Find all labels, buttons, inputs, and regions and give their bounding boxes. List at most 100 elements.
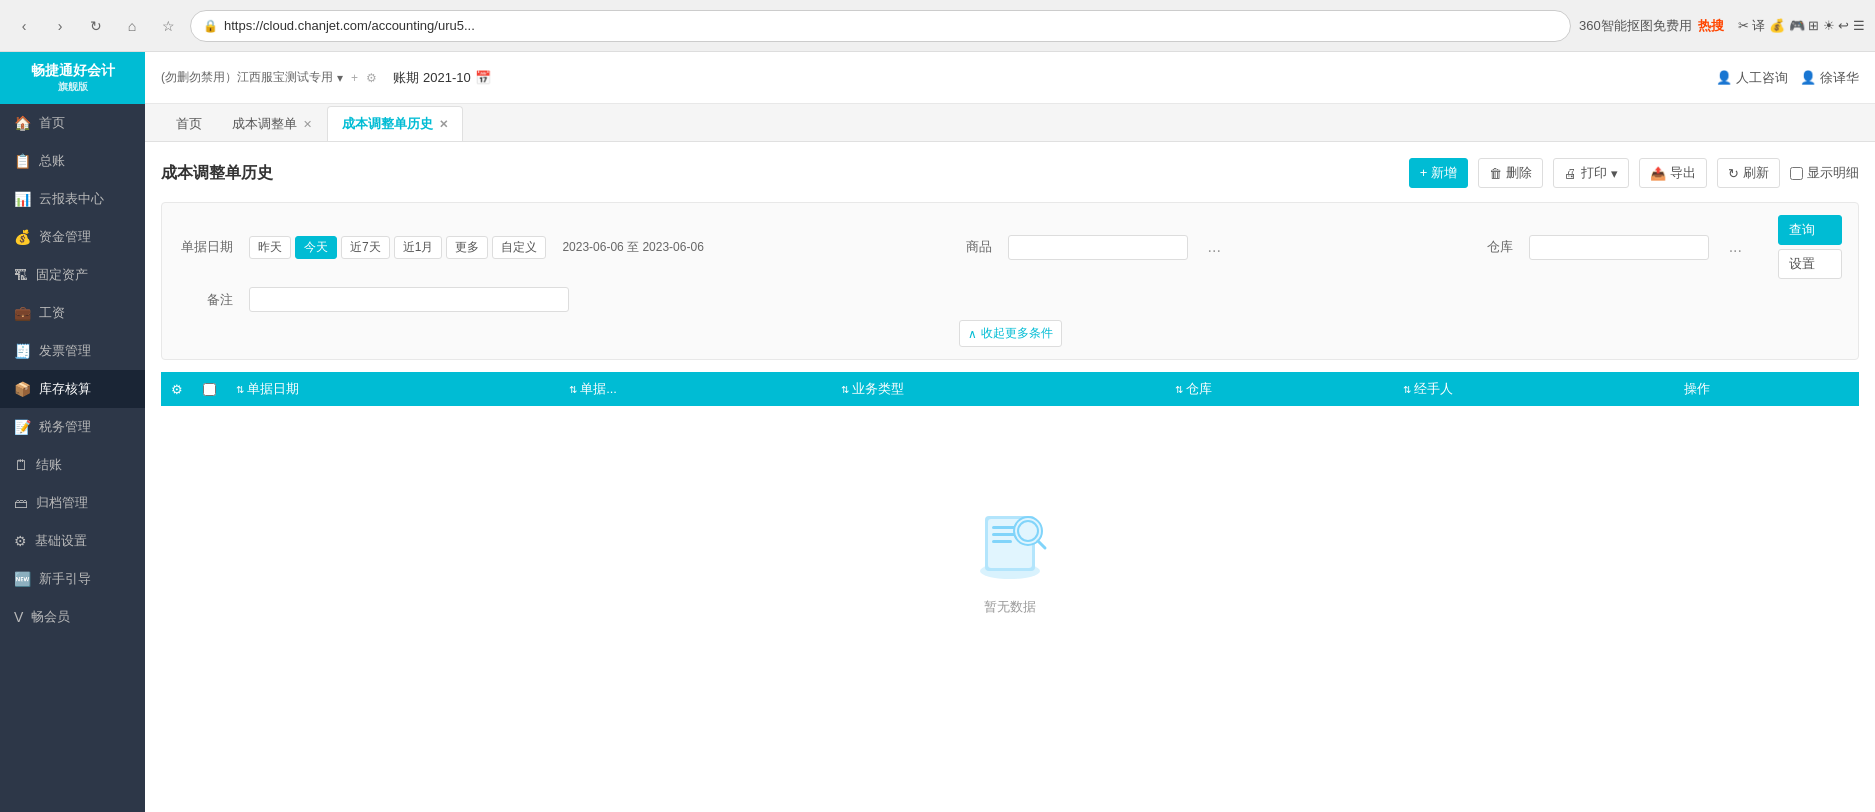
print-dropdown-icon: ▾ — [1611, 166, 1618, 181]
browser-chrome: ‹ › ↻ ⌂ ☆ 🔒 https://cloud.chanjet.com/ac… — [0, 0, 1875, 52]
refresh-button[interactable]: ↻ 刷新 — [1717, 158, 1780, 188]
tab-home[interactable]: 首页 — [161, 106, 217, 141]
settings-icon[interactable]: ⚙ — [366, 71, 377, 85]
collapse-icon: ∧ — [968, 327, 977, 341]
refresh-browser-button[interactable]: ↻ — [82, 12, 110, 40]
sidebar-item-settings[interactable]: ⚙基础设置 — [0, 522, 145, 560]
company-selector[interactable]: (勿删勿禁用）江西服宝测试专用 ▾ + ⚙ — [161, 69, 377, 86]
date-shortcut-今天[interactable]: 今天 — [295, 236, 337, 259]
show-cols-toggle[interactable]: 显示明细 — [1790, 164, 1859, 182]
sidebar-label-inventory: 库存核算 — [39, 380, 91, 398]
add-company-icon[interactable]: + — [351, 71, 358, 85]
refresh-label: 刷新 — [1743, 164, 1769, 182]
address-bar[interactable]: 🔒 https://cloud.chanjet.com/accounting/u… — [190, 10, 1571, 42]
print-button[interactable]: 🖨 打印 ▾ — [1553, 158, 1629, 188]
sidebar-label-archive: 归档管理 — [36, 494, 88, 512]
service-button[interactable]: 👤 人工咨询 — [1716, 69, 1788, 87]
product-input[interactable] — [1008, 235, 1188, 260]
sidebar-item-salary[interactable]: 💼工资 — [0, 294, 145, 332]
warehouse-input[interactable] — [1529, 235, 1709, 260]
calendar-icon[interactable]: 📅 — [475, 70, 491, 85]
sidebar-label-fixed-assets: 固定资产 — [36, 266, 88, 284]
empty-illustration — [960, 486, 1060, 586]
sidebar-item-home[interactable]: 🏠首页 — [0, 104, 145, 142]
sort-arrows-handler: ⇅ — [1403, 384, 1411, 395]
svg-line-8 — [1038, 541, 1045, 548]
tab-label-cost-adjust-history: 成本调整单历史 — [342, 115, 433, 133]
browser-toolbar-right: 360智能抠图免费用 热搜 ✂ 译 💰 🎮 ⊞ ☀ ↩ ☰ — [1579, 17, 1865, 35]
date-shortcut-更多[interactable]: 更多 — [446, 236, 488, 259]
sidebar-item-fixed-assets[interactable]: 🏗固定资产 — [0, 256, 145, 294]
date-shortcut-自定义[interactable]: 自定义 — [492, 236, 546, 259]
sidebar-item-member[interactable]: V畅会员 — [0, 598, 145, 636]
filter-row-1: 单据日期 昨天今天近7天近1月更多自定义 2023-06-06 至 2023-0… — [178, 215, 1842, 279]
export-button[interactable]: 📤 导出 — [1639, 158, 1707, 188]
tab-cost-adjust[interactable]: 成本调整单✕ — [217, 106, 327, 141]
th-biz_type[interactable]: ⇅业务类型 — [831, 372, 1164, 406]
tab-close-cost-adjust[interactable]: ✕ — [303, 119, 312, 130]
data-table: ⚙⇅单据日期⇅单据...⇅业务类型⇅仓库⇅经手人操作 — [161, 372, 1859, 406]
sidebar-item-invoice[interactable]: 🧾发票管理 — [0, 332, 145, 370]
date-shortcuts: 昨天今天近7天近1月更多自定义 — [249, 236, 546, 259]
forward-button[interactable]: › — [46, 12, 74, 40]
print-icon: 🖨 — [1564, 166, 1577, 181]
show-cols-checkbox[interactable] — [1790, 167, 1803, 180]
sidebar-label-member: 畅会员 — [31, 608, 70, 626]
sidebar-item-guide[interactable]: 🆕新手引导 — [0, 560, 145, 598]
back-button[interactable]: ‹ — [10, 12, 38, 40]
add-button[interactable]: + 新增 — [1409, 158, 1468, 188]
sidebar-label-funds: 资金管理 — [39, 228, 91, 246]
warehouse-more-dots[interactable]: ... — [1725, 238, 1746, 256]
page-content: 成本调整单历史 + 新增 🗑 删除 🖨 打印 ▾ 📤 导出 — [145, 142, 1875, 812]
sidebar-item-checkout[interactable]: 🗒结账 — [0, 446, 145, 484]
sidebar-item-ledger[interactable]: 📋总账 — [0, 142, 145, 180]
remark-input[interactable] — [249, 287, 569, 312]
tab-cost-adjust-history[interactable]: 成本调整单历史 ✕ — [327, 106, 463, 141]
date-shortcut-近1月[interactable]: 近1月 — [394, 236, 443, 259]
user-name[interactable]: 👤 徐译华 — [1800, 69, 1859, 87]
print-label: 打印 — [1581, 164, 1607, 182]
th-date[interactable]: ⇅单据日期 — [226, 372, 559, 406]
sidebar-item-tax[interactable]: 📝税务管理 — [0, 408, 145, 446]
th-checkbox — [193, 372, 226, 406]
sort-arrows-warehouse: ⇅ — [1175, 384, 1183, 395]
logo-top: 畅捷通好会计 — [31, 62, 115, 80]
sidebar-item-reports[interactable]: 📊云报表中心 — [0, 180, 145, 218]
delete-button[interactable]: 🗑 删除 — [1478, 158, 1543, 188]
tab-close-cost-adjust-history[interactable]: ✕ — [439, 119, 448, 130]
export-label: 导出 — [1670, 164, 1696, 182]
hot-label: 热搜 — [1698, 17, 1724, 35]
sidebar-icon-invoice: 🧾 — [14, 343, 31, 359]
date-shortcut-昨天[interactable]: 昨天 — [249, 236, 291, 259]
sidebar-item-inventory[interactable]: 📦库存核算 — [0, 370, 145, 408]
date-shortcut-近7天[interactable]: 近7天 — [341, 236, 390, 259]
query-button[interactable]: 查询 — [1778, 215, 1842, 245]
sidebar-item-archive[interactable]: 🗃归档管理 — [0, 484, 145, 522]
collapse-row: ∧ 收起更多条件 — [178, 320, 1842, 347]
sidebar-item-funds[interactable]: 💰资金管理 — [0, 218, 145, 256]
service-label: 人工咨询 — [1736, 69, 1788, 87]
sort-arrows-date: ⇅ — [236, 384, 244, 395]
delete-icon: 🗑 — [1489, 166, 1502, 181]
sidebar-icon-checkout: 🗒 — [14, 457, 28, 473]
product-more-dots[interactable]: ... — [1204, 238, 1225, 256]
th-warehouse[interactable]: ⇅仓库 — [1165, 372, 1394, 406]
th-number[interactable]: ⇅单据... — [559, 372, 831, 406]
select-all-checkbox[interactable] — [203, 383, 216, 396]
th-actions: 操作 — [1674, 372, 1859, 406]
bookmark-button[interactable]: ☆ — [154, 12, 182, 40]
sidebar-icon-guide: 🆕 — [14, 571, 31, 587]
collapse-label: 收起更多条件 — [981, 325, 1053, 342]
table-header-row: ⚙⇅单据日期⇅单据...⇅业务类型⇅仓库⇅经手人操作 — [161, 372, 1859, 406]
refresh-icon: ↻ — [1728, 166, 1739, 181]
company-dropdown-icon: ▾ — [337, 71, 343, 85]
period-value: 2021-10 — [423, 70, 471, 85]
sidebar-label-reports: 云报表中心 — [39, 190, 104, 208]
home-browser-button[interactable]: ⌂ — [118, 12, 146, 40]
th-handler[interactable]: ⇅经手人 — [1393, 372, 1674, 406]
svg-rect-4 — [992, 533, 1016, 536]
collapse-button[interactable]: ∧ 收起更多条件 — [959, 320, 1062, 347]
settings-filter-button[interactable]: 设置 — [1778, 249, 1842, 279]
page-title: 成本调整单历史 — [161, 163, 273, 184]
sort-arrows-number: ⇅ — [569, 384, 577, 395]
